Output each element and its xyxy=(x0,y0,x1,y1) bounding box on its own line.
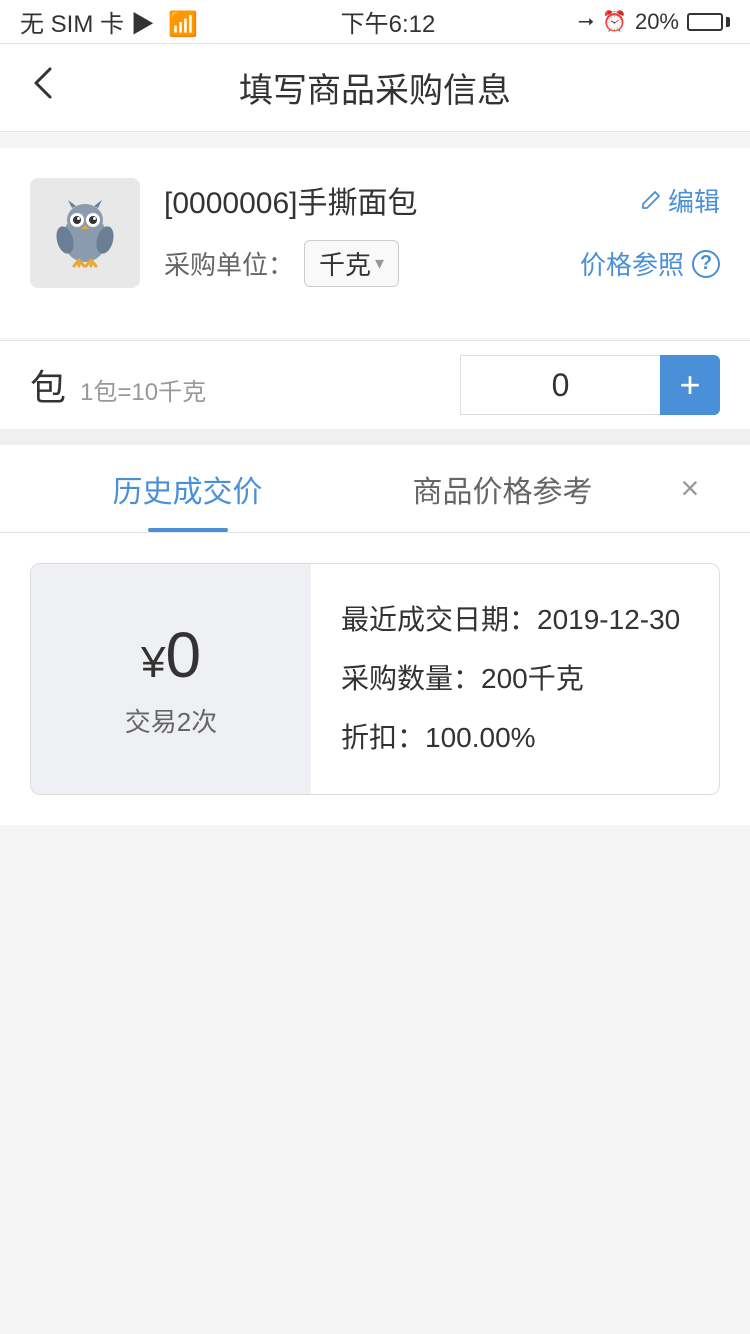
back-button[interactable] xyxy=(20,51,68,124)
page-title: 填写商品采购信息 xyxy=(239,63,511,112)
price-card-right: 最近成交日期：2019-12-30 采购数量：200千克 折扣：100.00% xyxy=(311,564,719,794)
tab-section: 历史成交价 商品价格参考 × ¥0 交易2次 最近成交日期：2019-12-30 xyxy=(0,445,750,825)
nav-bar: 填写商品采购信息 xyxy=(0,44,750,132)
status-time: 下午6:12 xyxy=(341,4,436,39)
product-info: [0000006]手撕面包 编辑 采购单位： 千克 ▾ xyxy=(164,178,720,287)
tab-bar: 历史成交价 商品价格参考 × xyxy=(0,445,750,533)
price-card-left: ¥0 交易2次 xyxy=(31,564,311,794)
status-network: 无 SIM 卡 ▶ 📶 xyxy=(20,4,198,39)
product-thumbnail xyxy=(30,178,140,288)
quantity-unit: 包 xyxy=(30,359,66,411)
recent-date-item: 最近成交日期：2019-12-30 xyxy=(341,600,689,639)
status-bar: 无 SIM 卡 ▶ 📶 下午6:12 ⭢ ⏰ 20% xyxy=(0,0,750,44)
quantity-input-wrapper: + xyxy=(460,355,720,415)
quantity-input[interactable] xyxy=(460,355,660,415)
location-icon: ⭢ xyxy=(578,10,594,33)
tab-close-button[interactable]: × xyxy=(660,459,720,519)
tab-active-indicator xyxy=(148,528,228,532)
quantity-conversion: 1包=10千克 xyxy=(80,372,206,407)
history-content: ¥0 交易2次 最近成交日期：2019-12-30 采购数量：200千克 折扣：… xyxy=(0,533,750,825)
discount-item: 折扣：100.00% xyxy=(341,718,689,757)
purchase-unit-label: 采购单位： xyxy=(164,245,294,282)
price-ref-button[interactable]: 价格参照 ? xyxy=(580,245,720,282)
chevron-down-icon: ▾ xyxy=(375,253,384,274)
alarm-icon: ⏰ xyxy=(602,9,627,34)
unit-select[interactable]: 千克 ▾ xyxy=(304,240,399,287)
quantity-section: 包 1包=10千克 + xyxy=(0,340,750,429)
price-card: ¥0 交易2次 最近成交日期：2019-12-30 采购数量：200千克 折扣：… xyxy=(30,563,720,795)
product-name-row: [0000006]手撕面包 编辑 xyxy=(164,178,720,222)
purchase-unit-row: 采购单位： 千克 ▾ 价格参照 ? xyxy=(164,240,720,287)
price-amount: ¥0 xyxy=(141,618,201,692)
quantity-row: 包 1包=10千克 + xyxy=(30,341,720,429)
help-icon: ? xyxy=(692,250,720,278)
purchase-qty-item: 采购数量：200千克 xyxy=(341,659,689,698)
product-name: [0000006]手撕面包 xyxy=(164,178,417,222)
tab-product-price-ref[interactable]: 商品价格参考 xyxy=(345,445,660,532)
product-section: [0000006]手撕面包 编辑 采购单位： 千克 ▾ xyxy=(0,148,750,338)
price-transactions: 交易2次 xyxy=(125,702,217,739)
product-header: [0000006]手撕面包 编辑 采购单位： 千克 ▾ xyxy=(30,178,720,288)
quantity-plus-button[interactable]: + xyxy=(660,355,720,415)
section-divider xyxy=(0,429,750,445)
tab-history-price[interactable]: 历史成交价 xyxy=(30,445,345,532)
quantity-label: 包 1包=10千克 xyxy=(30,359,206,411)
status-right-icons: ⭢ ⏰ 20% xyxy=(578,9,730,35)
edit-button[interactable]: 编辑 xyxy=(640,182,720,219)
battery-icon xyxy=(687,13,730,31)
battery-percent: 20% xyxy=(635,9,679,35)
